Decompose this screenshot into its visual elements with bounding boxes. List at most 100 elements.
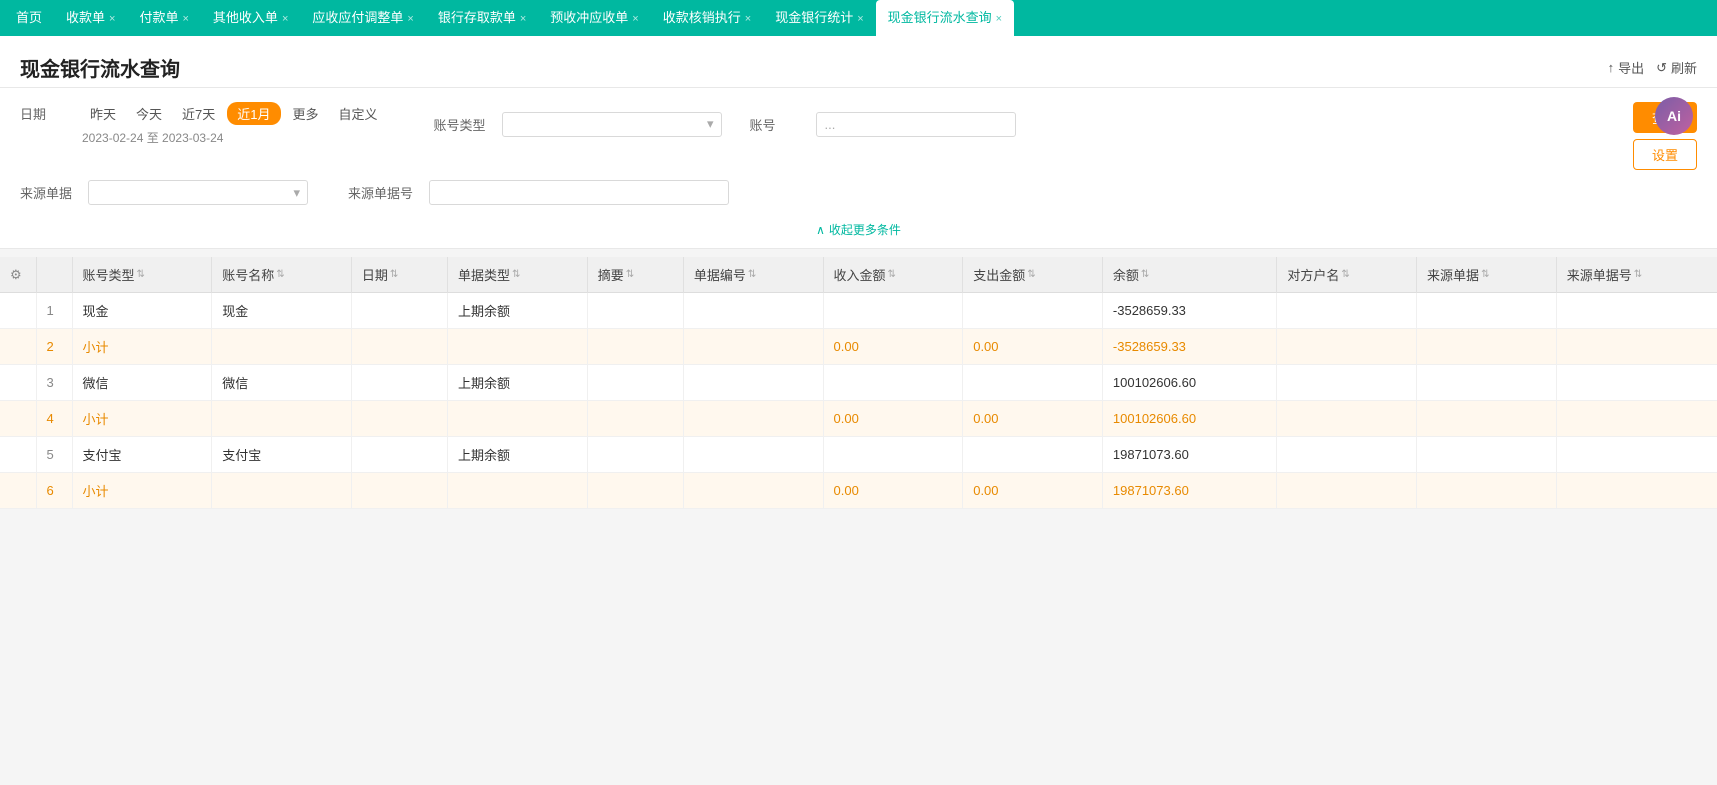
close-icon[interactable]: × bbox=[109, 13, 115, 25]
cell-account-name: 微信 bbox=[212, 365, 352, 401]
col-account-name[interactable]: 账号名称⇅ bbox=[212, 257, 352, 293]
close-icon[interactable]: × bbox=[745, 13, 751, 25]
cell-summary bbox=[587, 329, 683, 365]
close-icon[interactable]: × bbox=[857, 13, 863, 25]
cell-doc-no bbox=[683, 365, 823, 401]
col-expense[interactable]: 支出金额⇅ bbox=[963, 257, 1103, 293]
cell-summary bbox=[587, 473, 683, 509]
sort-icon: ⇅ bbox=[1341, 269, 1349, 280]
nav-item-payments[interactable]: 付款单× bbox=[127, 0, 200, 36]
col-income[interactable]: 收入金额⇅ bbox=[823, 257, 963, 293]
col-doc-no[interactable]: 单据编号⇅ bbox=[683, 257, 823, 293]
source-doc-select[interactable] bbox=[88, 180, 308, 205]
cell-doc-type: 上期余额 bbox=[448, 437, 588, 473]
cell-account-type: 小计 bbox=[72, 401, 212, 437]
gear-icon[interactable]: ⚙ bbox=[10, 267, 22, 282]
col-summary[interactable]: 摘要⇅ bbox=[587, 257, 683, 293]
filter-area: 日期 昨天 今天 近7天 近1月 更多 自定义 2023-02-24 bbox=[0, 88, 1717, 249]
account-dots-icon[interactable]: ... bbox=[825, 117, 836, 132]
cell-summary bbox=[587, 365, 683, 401]
cell-balance: 19871073.60 bbox=[1102, 473, 1276, 509]
cell-num: 3 bbox=[36, 365, 72, 401]
date-1month[interactable]: 近1月 bbox=[227, 102, 280, 125]
col-account-type[interactable]: 账号类型⇅ bbox=[72, 257, 212, 293]
col-balance[interactable]: 余额⇅ bbox=[1102, 257, 1276, 293]
ai-assistant-button[interactable]: Ai bbox=[1655, 97, 1693, 135]
col-source-doc-no[interactable]: 来源单据号⇅ bbox=[1556, 257, 1717, 293]
nav-item-receipt-exec[interactable]: 收款核销执行× bbox=[651, 0, 763, 36]
account-input-wrapper[interactable]: ... bbox=[816, 112, 1016, 137]
table-row: 2小计0.000.00-3528659.33 bbox=[0, 329, 1717, 365]
sort-icon: ⇅ bbox=[137, 269, 145, 280]
close-icon[interactable]: × bbox=[996, 13, 1002, 25]
cell-income bbox=[823, 293, 963, 329]
close-icon[interactable]: × bbox=[407, 13, 413, 25]
nav-item-cash-stats[interactable]: 现金银行统计× bbox=[763, 0, 875, 36]
nav-item-cash-flow[interactable]: 现金银行流水查询× bbox=[876, 0, 1014, 36]
close-icon[interactable]: × bbox=[520, 13, 526, 25]
date-7days[interactable]: 近7天 bbox=[174, 102, 223, 125]
collapse-button[interactable]: ∧ 收起更多条件 bbox=[816, 221, 901, 238]
close-icon[interactable]: × bbox=[282, 13, 288, 25]
source-doc-no-input[interactable] bbox=[429, 180, 729, 205]
cell-income: 0.00 bbox=[823, 401, 963, 437]
sort-icon: ⇅ bbox=[512, 269, 520, 280]
cell-doc-type: 上期余额 bbox=[448, 293, 588, 329]
cell-counterpart bbox=[1277, 437, 1417, 473]
nav-item-other-income[interactable]: 其他收入单× bbox=[201, 0, 300, 36]
nav-item-bank-deposit[interactable]: 银行存取款单× bbox=[426, 0, 538, 36]
export-button[interactable]: ↑ 导出 bbox=[1608, 58, 1645, 77]
cell-num: 1 bbox=[36, 293, 72, 329]
data-table: ⚙ 账号类型⇅ 账号名称⇅ 日期⇅ 单据类型⇅ 摘要⇅ bbox=[0, 257, 1717, 509]
settings-button[interactable]: 设置 bbox=[1633, 139, 1697, 170]
close-icon[interactable]: × bbox=[632, 13, 638, 25]
account-type-select[interactable] bbox=[502, 112, 722, 137]
col-settings[interactable]: ⚙ bbox=[0, 257, 36, 293]
col-doc-type[interactable]: 单据类型⇅ bbox=[448, 257, 588, 293]
cell-counterpart bbox=[1277, 401, 1417, 437]
date-custom[interactable]: 自定义 bbox=[331, 102, 386, 125]
col-date[interactable]: 日期⇅ bbox=[351, 257, 447, 293]
nav-item-ar-adjust[interactable]: 应收应付调整单× bbox=[300, 0, 425, 36]
date-more[interactable]: 更多 bbox=[285, 102, 327, 125]
sort-icon: ⇅ bbox=[390, 269, 398, 280]
cell-account-type: 微信 bbox=[72, 365, 212, 401]
col-counterpart[interactable]: 对方户名⇅ bbox=[1277, 257, 1417, 293]
refresh-icon: ↺ bbox=[1656, 60, 1667, 76]
cell-account-name bbox=[212, 329, 352, 365]
refresh-button[interactable]: ↺ 刷新 bbox=[1656, 58, 1697, 77]
cell-expense: 0.00 bbox=[963, 473, 1103, 509]
date-today[interactable]: 今天 bbox=[128, 102, 170, 125]
cell-summary bbox=[587, 293, 683, 329]
table-container: ⚙ 账号类型⇅ 账号名称⇅ 日期⇅ 单据类型⇅ 摘要⇅ bbox=[0, 257, 1717, 509]
col-source-doc[interactable]: 来源单据⇅ bbox=[1417, 257, 1557, 293]
cell-doc-type bbox=[448, 473, 588, 509]
cell-num: 5 bbox=[36, 437, 72, 473]
nav-item-prepaid[interactable]: 预收冲应收单× bbox=[538, 0, 650, 36]
source-doc-no-label: 来源单据号 bbox=[348, 183, 413, 202]
nav-item-home[interactable]: 首页 bbox=[4, 0, 54, 36]
cell-expense: 0.00 bbox=[963, 329, 1103, 365]
cell-empty bbox=[0, 437, 36, 473]
cell-doc-no bbox=[683, 329, 823, 365]
nav-item-receipts[interactable]: 收款单× bbox=[54, 0, 127, 36]
collapse-bar: ∧ 收起更多条件 bbox=[20, 221, 1697, 238]
cell-balance: -3528659.33 bbox=[1102, 329, 1276, 365]
cell-doc-no bbox=[683, 473, 823, 509]
cell-empty bbox=[0, 293, 36, 329]
cell-source-doc-no bbox=[1556, 401, 1717, 437]
date-range-display: 2023-02-24 至 2023-03-24 bbox=[82, 131, 223, 145]
cell-source-doc-no bbox=[1556, 437, 1717, 473]
cell-num: 6 bbox=[36, 473, 72, 509]
date-yesterday[interactable]: 昨天 bbox=[82, 102, 124, 125]
page-title: 现金银行流水查询 bbox=[20, 53, 180, 82]
source-doc-label: 来源单据 bbox=[20, 183, 72, 202]
cell-doc-no bbox=[683, 401, 823, 437]
close-icon[interactable]: × bbox=[182, 13, 188, 25]
cell-source-doc bbox=[1417, 437, 1557, 473]
cell-doc-type bbox=[448, 401, 588, 437]
table-body: 1现金现金上期余额-3528659.332小计0.000.00-3528659.… bbox=[0, 293, 1717, 509]
cell-empty bbox=[0, 473, 36, 509]
cell-empty bbox=[0, 401, 36, 437]
table-row: 6小计0.000.0019871073.60 bbox=[0, 473, 1717, 509]
